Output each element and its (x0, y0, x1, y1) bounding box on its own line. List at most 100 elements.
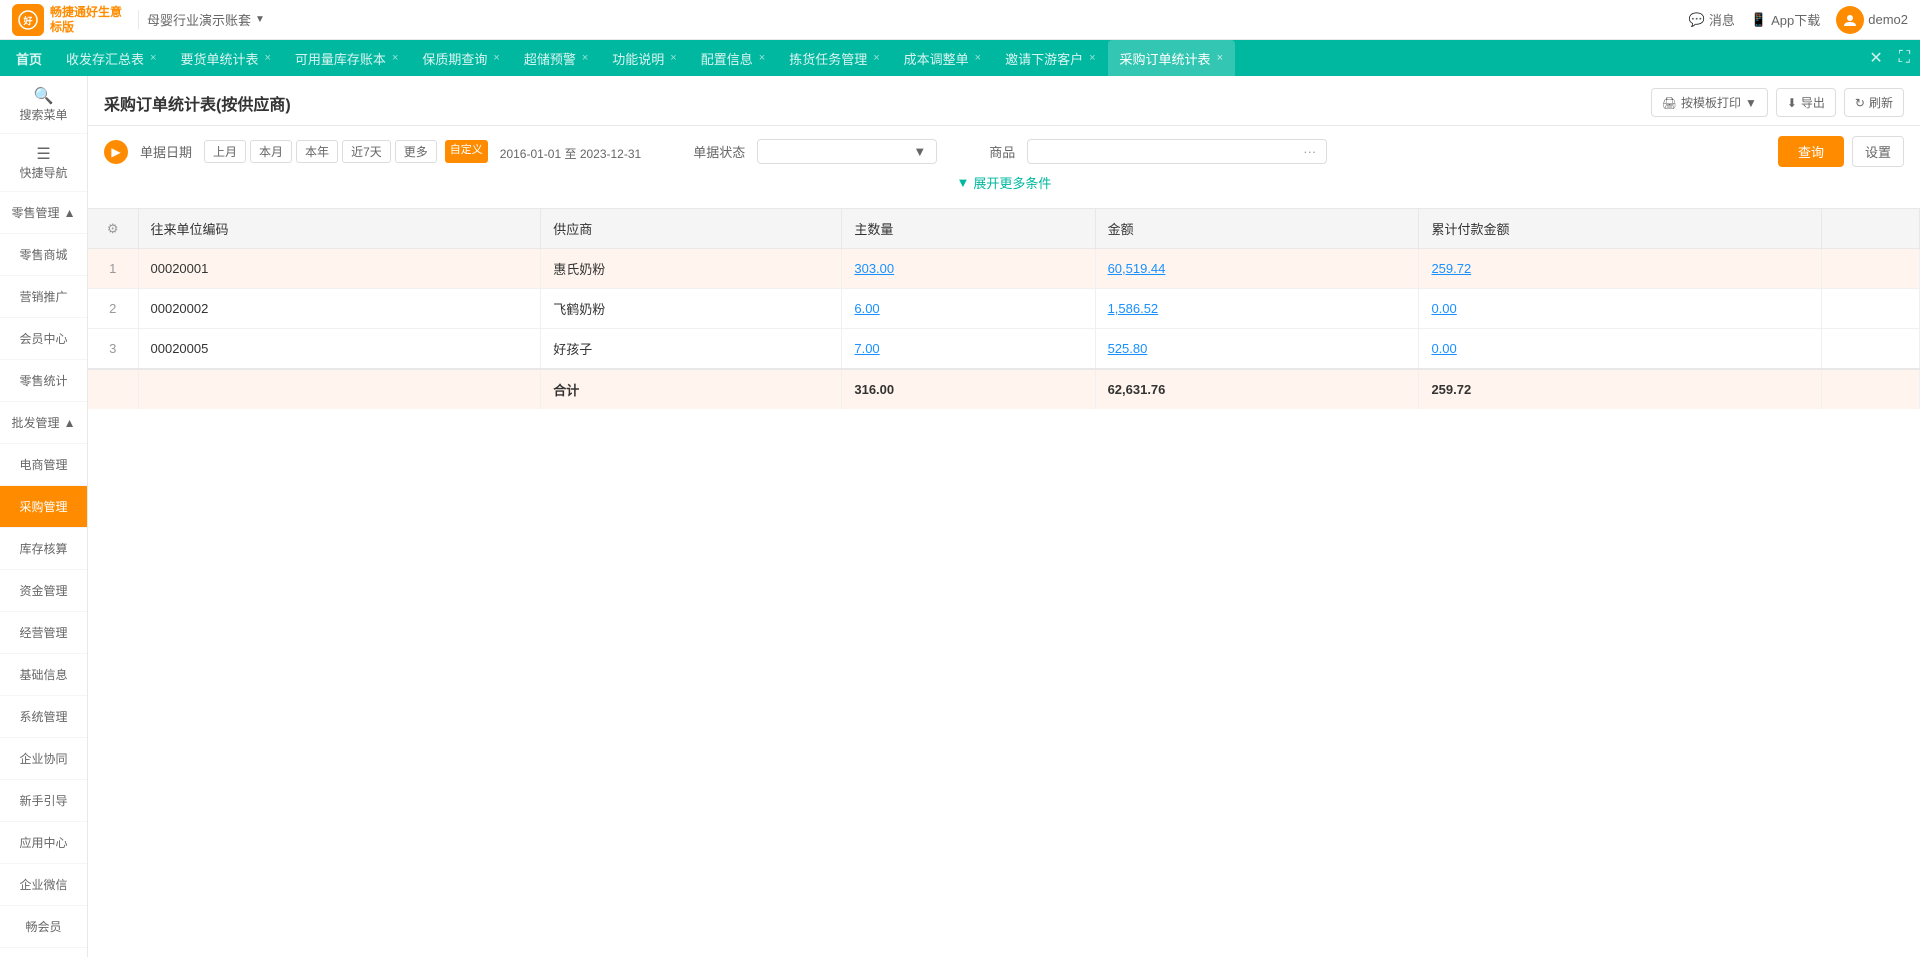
tab-close-icon[interactable]: × (392, 52, 398, 64)
sidebar-item-operations[interactable]: 经营管理 (0, 612, 87, 654)
sidebar-item-enterprise[interactable]: 企业协同 (0, 738, 87, 780)
row-paid[interactable]: 0.00 (1419, 329, 1822, 370)
amount-col-header: 金额 (1095, 209, 1419, 249)
page-title: 采购订单统计表(按供应商) (104, 91, 291, 115)
tab-function[interactable]: 功能说明 × (600, 40, 688, 76)
sidebar-item-basic-info[interactable]: 基础信息 (0, 654, 87, 696)
tab-close-all-button[interactable]: ✕ (1863, 48, 1888, 68)
row-index: 3 (88, 329, 138, 370)
message-button[interactable]: 💬 消息 (1689, 10, 1735, 29)
date-btn-this-year[interactable]: 本年 (296, 140, 338, 163)
goods-more-icon[interactable]: ··· (1303, 144, 1316, 159)
export-icon: ⬇ (1787, 96, 1797, 110)
sidebar-item-newbie[interactable]: 新手引导 (0, 780, 87, 822)
date-btn-this-month[interactable]: 本月 (250, 140, 292, 163)
date-range-display: 2016-01-01 至 2023-12-31 (500, 145, 641, 162)
date-btn-more[interactable]: 更多 (395, 140, 437, 163)
tab-receive-summary[interactable]: 收发存汇总表 × (54, 40, 168, 76)
table-header: ⚙ 往来单位编码 供应商 主数量 金额 累计付款金额 (88, 209, 1920, 249)
sidebar-item-retail-manage[interactable]: 零售管理 ▲ (0, 192, 87, 234)
tab-close-icon[interactable]: × (759, 52, 765, 64)
tab-purchase-order[interactable]: 要货单统计表 × (168, 40, 282, 76)
tab-maximize-button[interactable]: ⛶ (1893, 49, 1916, 67)
sidebar-item-wechat[interactable]: 企业微信 (0, 864, 87, 906)
row-paid[interactable]: 259.72 (1419, 249, 1822, 289)
tab-invite[interactable]: 邀请下游客户 × (993, 40, 1107, 76)
date-btn-7days[interactable]: 近7天 (342, 140, 391, 163)
sidebar-item-marketing[interactable]: 营销推广 (0, 276, 87, 318)
custom-date-tag: 自定义 (445, 140, 488, 163)
arrow-icon: ▲ (64, 206, 76, 220)
date-label: 单据日期 (140, 142, 192, 161)
content-area: 采购订单统计表(按供应商) 🖨 按模板打印 ▼ ⬇ 导出 ↻ 刷新 (88, 76, 1920, 957)
sidebar-item-membership[interactable]: 会员中心 (0, 318, 87, 360)
tab-close-icon[interactable]: × (975, 52, 981, 64)
row-amount[interactable]: 525.80 (1095, 329, 1419, 370)
sidebar-item-wholesale[interactable]: 批发管理 ▲ (0, 402, 87, 444)
message-icon: 💬 (1689, 12, 1705, 28)
sidebar-item-finance[interactable]: 资金管理 (0, 570, 87, 612)
tab-close-icon[interactable]: × (1089, 52, 1095, 64)
sidebar-item-system[interactable]: 系统管理 (0, 696, 87, 738)
settings-col-header[interactable]: ⚙ (88, 209, 138, 249)
table-footer: 合计 316.00 62,631.76 259.72 (88, 369, 1920, 409)
row-amount[interactable]: 1,586.52 (1095, 289, 1419, 329)
tab-close-icon[interactable]: × (873, 52, 879, 64)
tab-home[interactable]: 首页 (4, 40, 54, 76)
row-quantity[interactable]: 303.00 (842, 249, 1095, 289)
tab-close-icon[interactable]: × (582, 52, 588, 64)
row-quantity[interactable]: 7.00 (842, 329, 1095, 370)
tab-cost[interactable]: 成本调整单 × (892, 40, 993, 76)
app-download-button[interactable]: 📱 App下载 (1751, 10, 1820, 29)
sidebar-item-apps[interactable]: 应用中心 (0, 822, 87, 864)
sidebar-item-purchase[interactable]: 采购管理 (0, 486, 87, 528)
print-button[interactable]: 🖨 按模板打印 ▼ (1651, 88, 1768, 117)
row-paid[interactable]: 0.00 (1419, 289, 1822, 329)
top-bar-right: 💬 消息 📱 App下载 demo2 (1689, 6, 1908, 34)
tab-overstock[interactable]: 超储预警 × (512, 40, 600, 76)
filter-actions: 查询 设置 (1778, 136, 1904, 167)
sidebar-item-ecommerce[interactable]: 电商管理 (0, 444, 87, 486)
svg-text:好: 好 (22, 15, 32, 26)
query-button[interactable]: 查询 (1778, 136, 1844, 167)
tab-close-icon[interactable]: × (150, 52, 156, 64)
sidebar-item-inventory[interactable]: 库存核算 (0, 528, 87, 570)
column-settings-icon[interactable]: ⚙ (107, 221, 119, 236)
status-select[interactable]: ▼ (757, 139, 937, 164)
row-quantity[interactable]: 6.00 (842, 289, 1095, 329)
top-bar: 好 畅捷通好生意 标版 母婴行业演示账套 ▼ 💬 消息 📱 App下载 demo… (0, 0, 1920, 40)
date-btn-last-month[interactable]: 上月 (204, 140, 246, 163)
row-code: 00020005 (138, 329, 541, 370)
sidebar-item-search[interactable]: 🔍 搜索菜单 (0, 76, 87, 134)
sidebar-item-quicknav[interactable]: ☰ 快捷导航 (0, 134, 87, 192)
paid-col-header: 累计付款金额 (1419, 209, 1822, 249)
sidebar-item-retail-stats[interactable]: 零售统计 (0, 360, 87, 402)
top-bar-left: 好 畅捷通好生意 标版 母婴行业演示账套 ▼ (12, 4, 273, 36)
user-menu[interactable]: demo2 (1836, 6, 1908, 34)
logo-icon: 好 (12, 4, 44, 36)
org-selector[interactable]: 母婴行业演示账套 ▼ (138, 10, 273, 29)
avatar (1836, 6, 1864, 34)
filter-toggle-button[interactable]: ▶ (104, 140, 128, 164)
row-code: 00020001 (138, 249, 541, 289)
goods-input[interactable]: ··· (1027, 139, 1327, 164)
export-button[interactable]: ⬇ 导出 (1776, 88, 1836, 117)
phone-icon: 📱 (1751, 12, 1767, 28)
row-amount[interactable]: 60,519.44 (1095, 249, 1419, 289)
settings-button[interactable]: 设置 (1852, 136, 1904, 167)
tab-close-icon[interactable]: × (670, 52, 676, 64)
tab-config[interactable]: 配置信息 × (689, 40, 777, 76)
tab-picking[interactable]: 拣货任务管理 × (777, 40, 891, 76)
footer-amount: 62,631.76 (1095, 369, 1419, 409)
tab-available-stock[interactable]: 可用量库存账本 × (283, 40, 410, 76)
search-icon: 🔍 (4, 86, 83, 106)
sidebar-item-retail-mall[interactable]: 零售商城 (0, 234, 87, 276)
tab-expiry[interactable]: 保质期查询 × (410, 40, 511, 76)
tab-purchase-stats[interactable]: 采购订单统计表 × (1108, 40, 1235, 76)
sidebar-item-vip[interactable]: 畅会员 (0, 906, 87, 948)
tab-close-icon[interactable]: × (1217, 52, 1223, 64)
tab-close-icon[interactable]: × (493, 52, 499, 64)
refresh-button[interactable]: ↻ 刷新 (1844, 88, 1904, 117)
expand-filter-button[interactable]: ▼ 展开更多条件 (104, 167, 1904, 198)
tab-close-icon[interactable]: × (264, 52, 270, 64)
